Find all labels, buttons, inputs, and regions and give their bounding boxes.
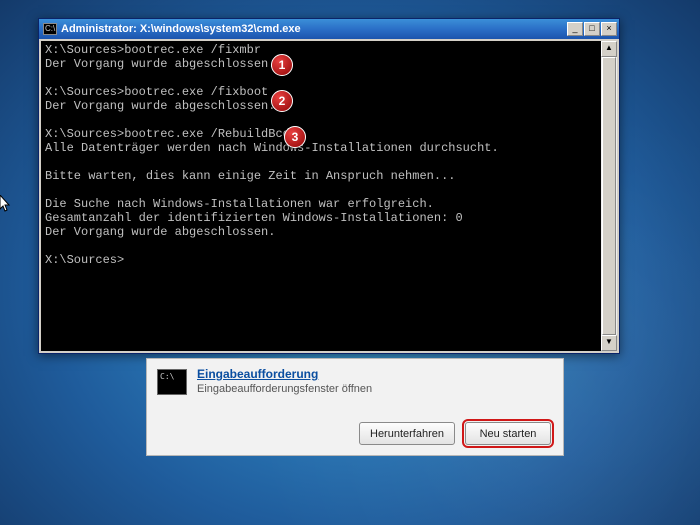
close-button[interactable]: × [601, 22, 617, 36]
maximize-button[interactable]: □ [584, 22, 600, 36]
minimize-button[interactable]: _ [567, 22, 583, 36]
cmd-window: C:\ Administrator: X:\windows\system32\c… [38, 18, 620, 354]
command-prompt-description: Eingabeaufforderungsfenster öffnen [197, 383, 372, 395]
option-row: Eingabeaufforderung Eingabeaufforderungs… [157, 367, 553, 395]
cmd-output[interactable]: X:\Sources>bootrec.exe /fixmbr Der Vorga… [41, 41, 601, 351]
cmd-title-icon: C:\ [43, 23, 57, 35]
recovery-panel: Eingabeaufforderung Eingabeaufforderungs… [146, 358, 564, 456]
scroll-thumb[interactable] [602, 57, 616, 335]
cmd-title-text: Administrator: X:\windows\system32\cmd.e… [61, 23, 567, 35]
restart-button[interactable]: Neu starten [465, 422, 551, 445]
scroll-down-button[interactable]: ▼ [601, 335, 617, 351]
command-prompt-link[interactable]: Eingabeaufforderung [197, 367, 372, 381]
scrollbar[interactable]: ▲ ▼ [601, 41, 617, 351]
cmd-titlebar[interactable]: C:\ Administrator: X:\windows\system32\c… [39, 19, 619, 39]
mouse-cursor [0, 195, 12, 213]
scroll-track[interactable] [601, 57, 617, 335]
cmd-prompt-icon [157, 369, 187, 395]
scroll-up-button[interactable]: ▲ [601, 41, 617, 57]
cmd-body: X:\Sources>bootrec.exe /fixmbr Der Vorga… [41, 41, 617, 351]
shutdown-button[interactable]: Herunterfahren [359, 422, 455, 445]
